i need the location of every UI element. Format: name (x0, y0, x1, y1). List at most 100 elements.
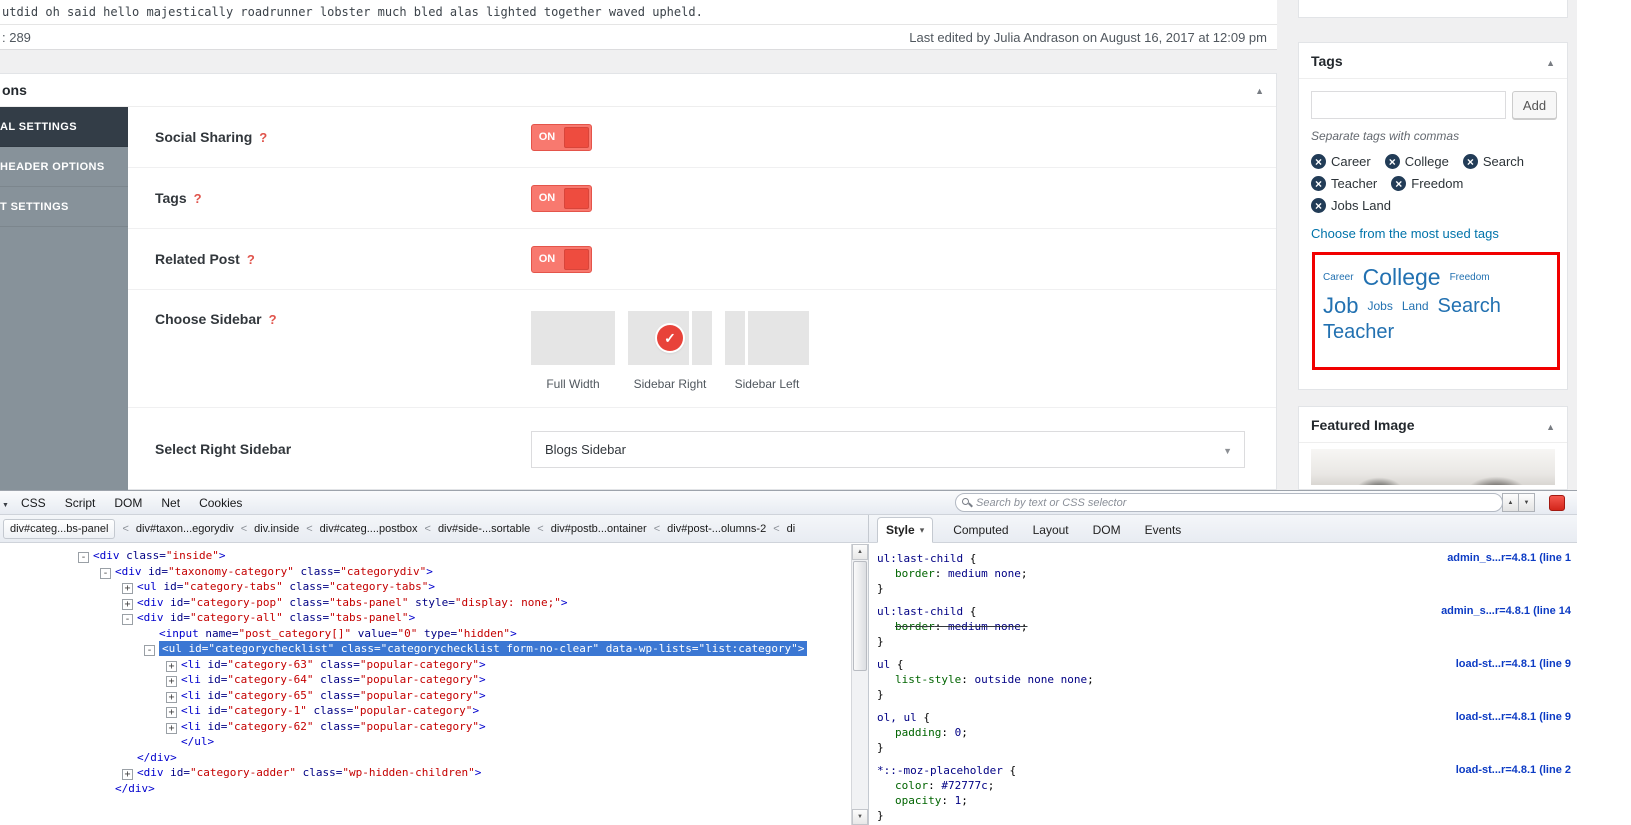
html-tab-partial-icon[interactable] (0, 496, 12, 510)
remove-tag-icon[interactable] (1311, 176, 1326, 191)
html-tree-node[interactable]: + <div id="category-pop" class="tabs-pane… (0, 595, 851, 611)
html-tree-node[interactable]: </ul> (0, 734, 851, 750)
most-used-tags-link[interactable]: Choose from the most used tags (1311, 226, 1499, 241)
post-content-line[interactable]: utdid oh said hello majestically roadrun… (0, 0, 1277, 25)
expand-toggle-icon[interactable]: + (122, 769, 133, 780)
firebug-tab-css[interactable]: CSS (20, 494, 47, 512)
tagcloud-land[interactable]: Land (1402, 299, 1429, 313)
css-declaration[interactable]: padding: 0; (877, 725, 1571, 740)
expand-toggle-icon[interactable]: + (166, 722, 177, 734)
html-tree-node[interactable]: + <div id="category-adder" class="wp-hidd… (0, 765, 851, 781)
html-tree-node[interactable]: </div> (0, 750, 851, 766)
expand-toggle-icon[interactable]: + (166, 676, 177, 687)
css-declaration[interactable]: color: #72777c; (877, 778, 1571, 793)
html-tree-node[interactable]: + <li id="category-63" class="popular-cat… (0, 657, 851, 673)
sidebar-option-sidebar-left[interactable]: Sidebar Left (725, 311, 809, 391)
related-post-toggle[interactable]: ON (531, 245, 592, 273)
settings-tab-header-options[interactable]: HEADER OPTIONS (0, 147, 128, 187)
remove-tag-icon[interactable] (1311, 198, 1326, 213)
tagcloud-teacher[interactable]: Teacher (1323, 321, 1394, 344)
html-tree-node[interactable]: + <li id="category-65" class="popular-cat… (0, 688, 851, 704)
scrollbar[interactable] (851, 544, 868, 825)
html-tree-node[interactable]: + <li id="category-62" class="popular-cat… (0, 719, 851, 735)
css-selector[interactable]: ul:last-child (877, 552, 963, 565)
html-tree-node[interactable]: <input name="post_category[]" value="0" … (0, 626, 851, 642)
help-icon[interactable]: ? (194, 191, 202, 206)
sidebar-option-full-width[interactable]: Full Width (531, 311, 615, 391)
stylesheet-source-link[interactable]: load-st...r=4.8.1 (line 9 (1456, 657, 1571, 672)
sidebar-option-sidebar-right[interactable]: Sidebar Right (628, 311, 712, 391)
tagcloud-college[interactable]: College (1363, 264, 1441, 291)
tagcloud-jobs[interactable]: Jobs (1367, 299, 1392, 313)
breadcrumb-item[interactable]: di (787, 523, 796, 535)
settings-tab-al-settings[interactable]: AL SETTINGS (0, 107, 128, 147)
scroll-thumb[interactable] (853, 561, 867, 671)
style-panel-tab-computed[interactable]: Computed (949, 518, 1012, 542)
firebug-tab-net[interactable]: Net (160, 494, 181, 512)
collapse-arrow-icon[interactable] (1546, 53, 1555, 69)
collapse-arrow-icon[interactable] (1255, 81, 1264, 99)
stylesheet-source-link[interactable]: admin_s...r=4.8.1 (line 1 (1447, 551, 1571, 566)
css-selector[interactable]: ol, ul (877, 711, 917, 724)
style-panel-tab-layout[interactable]: Layout (1029, 518, 1073, 542)
html-tree-node[interactable]: - <div id="category-all" class="tabs-pane… (0, 610, 851, 626)
featured-image-header[interactable]: Featured Image (1299, 407, 1567, 443)
remove-tag-icon[interactable] (1384, 154, 1400, 169)
firebug-search-input[interactable] (955, 493, 1503, 512)
remove-tag-icon[interactable] (1311, 154, 1326, 169)
expand-toggle-icon[interactable]: - (122, 614, 133, 625)
scroll-up-icon[interactable] (852, 544, 868, 560)
breadcrumb-item[interactable]: div#side-...sortable (438, 523, 530, 535)
stylesheet-source-link[interactable]: load-st...r=4.8.1 (line 9 (1456, 710, 1571, 725)
expand-toggle-icon[interactable]: + (166, 707, 177, 718)
html-tree-node[interactable]: - <div id="taxonomy-category" class="cate… (0, 564, 851, 580)
style-panel-tab-dom[interactable]: DOM (1089, 518, 1125, 542)
help-icon[interactable]: ? (247, 252, 255, 267)
firebug-tab-dom[interactable]: DOM (113, 494, 143, 512)
breadcrumb-item[interactable]: div#post-...olumns-2 (667, 523, 766, 535)
firebug-tab-script[interactable]: Script (64, 494, 97, 512)
html-tree-node[interactable]: </div> (0, 781, 851, 797)
remove-tag-icon[interactable] (1462, 154, 1478, 169)
css-selector[interactable]: ul:last-child (877, 605, 963, 618)
tagcloud-job[interactable]: Job (1323, 293, 1358, 319)
tagcloud-search[interactable]: Search (1438, 295, 1501, 318)
expand-toggle-icon[interactable]: + (166, 660, 177, 672)
breadcrumb-item[interactable]: div#taxon...egorydiv (136, 523, 234, 535)
tagcloud-freedom[interactable]: Freedom (1450, 272, 1490, 283)
tags-metabox-header[interactable]: Tags (1299, 43, 1567, 79)
html-tree-node[interactable]: + <li id="category-1" class="popular-cate… (0, 703, 851, 719)
css-declaration[interactable]: opacity: 1; (877, 793, 1571, 808)
expand-toggle-icon[interactable]: - (144, 645, 155, 656)
css-declaration[interactable]: list-style: outside none none; (877, 672, 1571, 687)
css-declaration[interactable]: border: medium none; (877, 566, 1571, 581)
scroll-down-icon[interactable] (852, 809, 868, 825)
breadcrumb-item[interactable]: div#postb...ontainer (551, 523, 647, 535)
collapse-arrow-icon[interactable] (1546, 417, 1555, 433)
social-sharing-toggle[interactable]: ON (531, 123, 592, 151)
css-declaration[interactable]: border: medium none; (877, 619, 1571, 634)
add-tag-button[interactable]: Add (1512, 91, 1557, 119)
breadcrumb-item[interactable]: div.inside (254, 523, 299, 535)
html-tree-node[interactable]: + <li id="category-64" class="popular-cat… (0, 672, 851, 688)
tags-toggle[interactable]: ON (531, 184, 592, 212)
expand-toggle-icon[interactable]: - (100, 567, 111, 579)
style-panel-tab-style[interactable]: Style ▾ (877, 517, 934, 543)
settings-tab-t-settings[interactable]: T SETTINGS (0, 187, 128, 227)
search-next-button[interactable] (1518, 493, 1535, 512)
remove-tag-icon[interactable] (1391, 176, 1407, 191)
help-icon[interactable]: ? (259, 130, 267, 145)
expand-toggle-icon[interactable]: + (122, 598, 133, 610)
stylesheet-source-link[interactable]: admin_s...r=4.8.1 (line 14 (1441, 604, 1571, 619)
breadcrumb-item[interactable]: div#categ...bs-panel (3, 518, 116, 539)
firebug-tab-cookies[interactable]: Cookies (198, 494, 243, 512)
css-selector[interactable]: ul (877, 658, 890, 671)
html-tree-node[interactable]: + <ul id="category-tabs" class="category-… (0, 579, 851, 595)
search-prev-button[interactable] (1502, 493, 1519, 512)
expand-toggle-icon[interactable]: - (78, 552, 89, 563)
right-sidebar-select[interactable]: Blogs Sidebar (531, 430, 1245, 468)
expand-toggle-icon[interactable]: + (166, 691, 177, 703)
stylesheet-source-link[interactable]: load-st...r=4.8.1 (line 2 (1456, 763, 1571, 778)
firebug-deactivate-button[interactable] (1549, 494, 1565, 511)
expand-toggle-icon[interactable]: + (122, 583, 133, 594)
